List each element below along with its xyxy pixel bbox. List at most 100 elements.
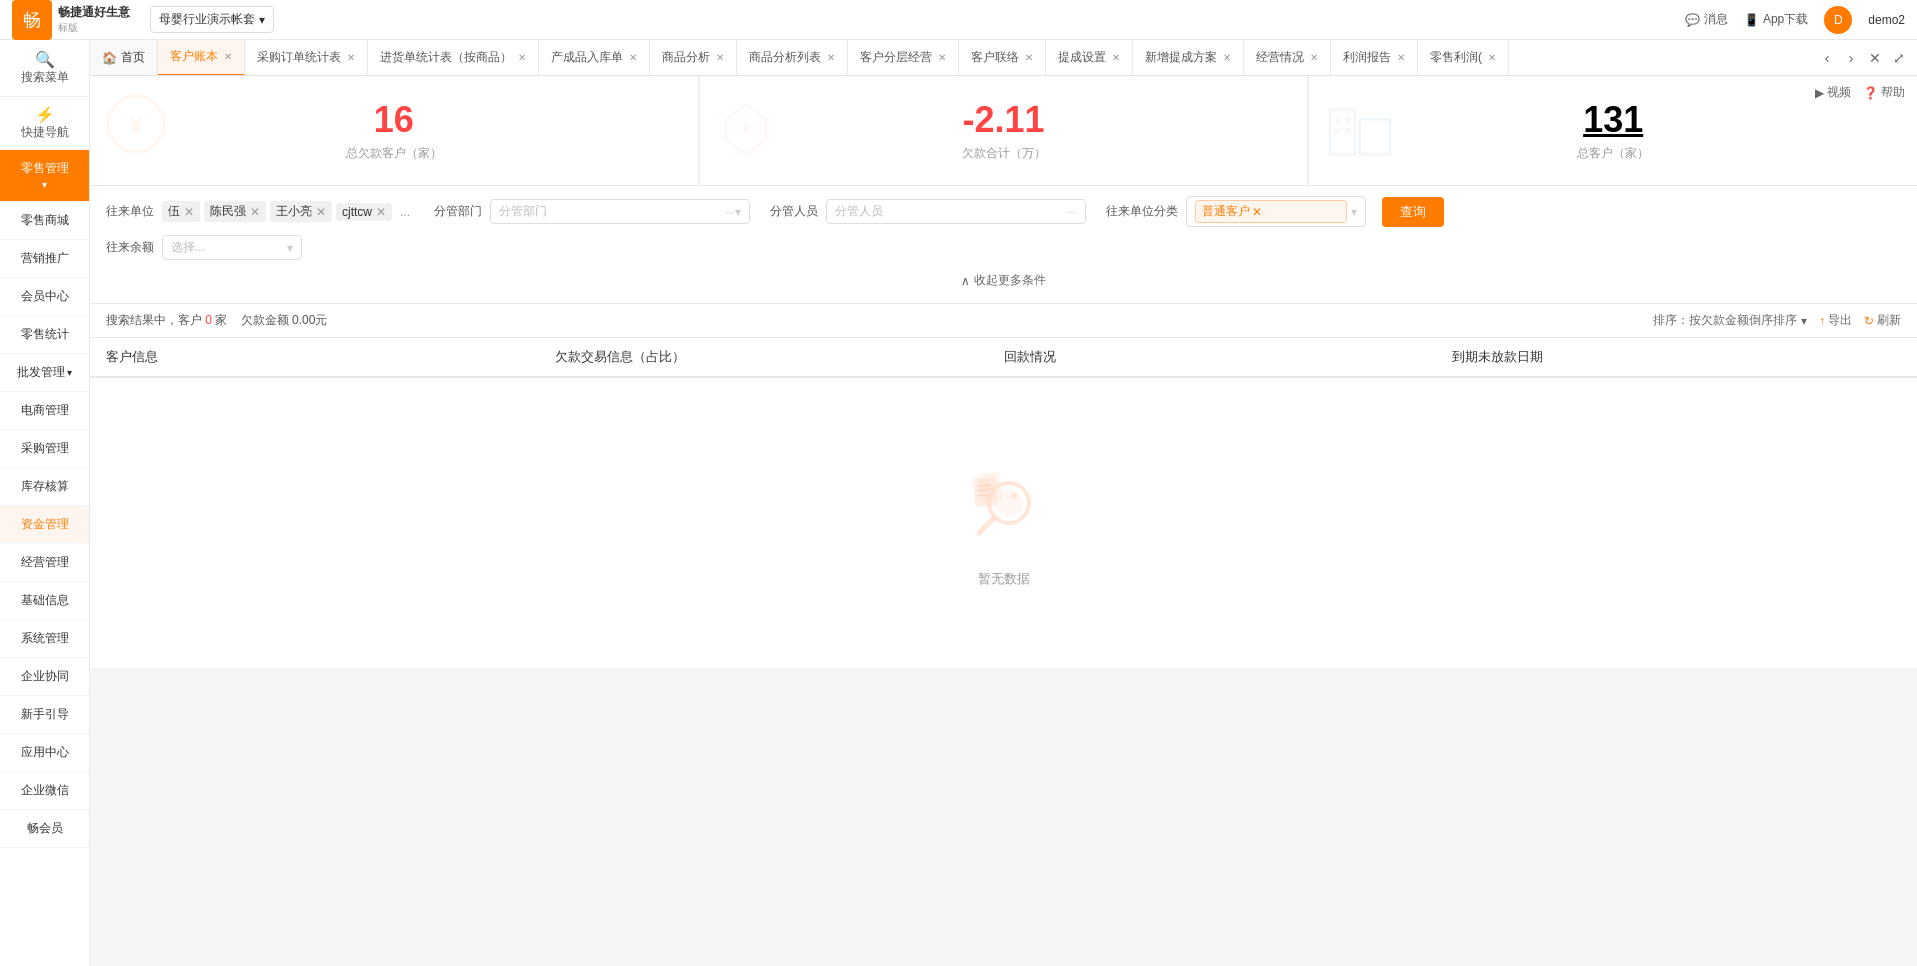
- filter-unit-label: 往来单位: [106, 203, 154, 220]
- sidebar-item-enterprise-wechat[interactable]: 企业微信: [0, 772, 89, 810]
- sidebar-item-membership[interactable]: 会员中心: [0, 278, 89, 316]
- app-download-btn[interactable]: 📱 App下载: [1744, 11, 1808, 28]
- tab-close-production[interactable]: ✕: [629, 52, 637, 63]
- sidebar-item-wholesale-mgmt[interactable]: 批发管理 ▾: [0, 354, 89, 392]
- logo: 畅 畅捷通好生意 标版: [12, 0, 130, 40]
- tab-controls: ‹ › ✕ ⤢: [1809, 48, 1917, 68]
- tab-close-purchase-stats[interactable]: ✕: [518, 52, 526, 63]
- chevron-down-icon: ▾: [287, 241, 293, 255]
- sidebar-item-finance[interactable]: 资金管理: [0, 506, 89, 544]
- sort-label: 排序：按欠款金额倒序排序: [1653, 312, 1797, 329]
- filter-category-close[interactable]: ✕: [1252, 205, 1262, 219]
- filter-tag-close-2[interactable]: ✕: [250, 205, 260, 219]
- tab-customer-contact[interactable]: 客户联络 ✕: [959, 40, 1046, 76]
- tab-close-profit-report[interactable]: ✕: [1397, 52, 1405, 63]
- filter-unit-class-label: 往来单位分类: [1106, 203, 1178, 220]
- filter-unit-class-select[interactable]: 普通客户 ✕ ▾: [1186, 196, 1366, 227]
- filter-balance-select[interactable]: 选择... ▾: [162, 235, 302, 260]
- tab-goods-analysis[interactable]: 商品分析 ✕: [650, 40, 737, 76]
- tab-goods-analysis-list[interactable]: 商品分析列表 ✕: [737, 40, 848, 76]
- chevron-up-icon: ∧: [961, 274, 970, 288]
- filter-balance-label: 往来余额: [106, 239, 154, 256]
- tab-customer-segment[interactable]: 客户分层经营 ✕: [848, 40, 959, 76]
- refresh-btn[interactable]: ↻ 刷新: [1864, 312, 1901, 329]
- tab-close-purchase-orders[interactable]: ✕: [347, 52, 355, 63]
- filter-tag-more[interactable]: ...: [396, 203, 414, 221]
- tab-prev-btn[interactable]: ‹: [1817, 48, 1837, 68]
- sidebar-item-retail-mgmt[interactable]: 零售管理 ▾: [0, 150, 89, 202]
- tab-bar: 🏠 首页 客户账本 ✕ 采购订单统计表 ✕ 进货单统计表（按商品） ✕ 产成品入…: [90, 40, 1917, 76]
- message-btn[interactable]: 💬 消息: [1685, 11, 1728, 28]
- sidebar-item-ecommerce[interactable]: 电商管理: [0, 392, 89, 430]
- chevron-down-icon: ▾: [1351, 205, 1357, 219]
- sidebar-item-operations[interactable]: 经营管理: [0, 544, 89, 582]
- tab-close-operation[interactable]: ✕: [1310, 52, 1318, 63]
- tab-close-promotion-settings[interactable]: ✕: [1112, 52, 1120, 63]
- sidebar-item-app-center[interactable]: 应用中心: [0, 734, 89, 772]
- workspace-selector[interactable]: 母婴行业演示帐套 ▾: [150, 6, 274, 33]
- tab-purchase-orders[interactable]: 采购订单统计表 ✕: [245, 40, 368, 76]
- filter-category-tag-1[interactable]: 普通客户 ✕: [1195, 200, 1347, 223]
- tab-operation[interactable]: 经营情况 ✕: [1244, 40, 1331, 76]
- tab-new-plan[interactable]: 新增提成方案 ✕: [1133, 40, 1244, 76]
- tab-next-btn[interactable]: ›: [1841, 48, 1861, 68]
- tab-production[interactable]: 产成品入库单 ✕: [539, 40, 650, 76]
- tab-retail-profit[interactable]: 零售利润( ✕: [1418, 40, 1509, 76]
- tab-home[interactable]: 🏠 首页: [90, 40, 158, 76]
- sidebar-item-new-guide[interactable]: 新手引导: [0, 696, 89, 734]
- sidebar-item-basic-info[interactable]: 基础信息: [0, 582, 89, 620]
- query-btn[interactable]: 查询: [1382, 197, 1444, 227]
- sort-select[interactable]: 排序：按欠款金额倒序排序 ▾: [1653, 312, 1807, 329]
- filter-row-2: 往来余额 选择... ▾: [106, 235, 1901, 260]
- sidebar-item-enterprise[interactable]: 企业协同: [0, 658, 89, 696]
- avatar[interactable]: D: [1824, 6, 1852, 34]
- results-bar: 搜索结果中，客户 0 家 欠款金额 0.00元 排序：按欠款金额倒序排序 ▾: [90, 304, 1917, 338]
- filter-person-select[interactable]: 分管人员 ···: [826, 199, 1086, 224]
- results-summary: 搜索结果中，客户 0 家 欠款金额 0.00元: [106, 312, 327, 329]
- tab-close-all-btn[interactable]: ✕: [1865, 48, 1885, 68]
- tab-close-goods-analysis-list[interactable]: ✕: [827, 52, 835, 63]
- svg-rect-8: [1345, 127, 1351, 133]
- filter-tag-1[interactable]: 伍 ✕: [162, 201, 200, 222]
- svg-rect-7: [1335, 127, 1341, 133]
- filter-tag-close-1[interactable]: ✕: [184, 205, 194, 219]
- sidebar-item-vip-member[interactable]: 畅会员: [0, 810, 89, 848]
- svg-text:✦: ✦: [738, 118, 753, 138]
- chevron-down-icon: ▾: [259, 13, 265, 27]
- tab-customers[interactable]: 客户账本 ✕: [158, 40, 245, 76]
- filter-tag-3[interactable]: 王小亮 ✕: [270, 201, 332, 222]
- collapse-btn[interactable]: ∧ 收起更多条件: [961, 272, 1046, 289]
- export-btn[interactable]: ↑ 导出: [1819, 312, 1852, 329]
- sidebar-item-search[interactable]: 🔍 搜索菜单: [0, 40, 89, 97]
- table-header-customer: 客户信息: [106, 348, 555, 366]
- sidebar-item-retail-mall[interactable]: 零售商城: [0, 202, 89, 240]
- tab-close-goods-analysis[interactable]: ✕: [716, 52, 724, 63]
- top-bar: 畅 畅捷通好生意 标版 母婴行业演示帐套 ▾ 💬 消息 📱 App下载 D de…: [0, 0, 1917, 40]
- filter-tag-close-3[interactable]: ✕: [316, 205, 326, 219]
- tab-close-customer-contact[interactable]: ✕: [1025, 52, 1033, 63]
- chevron-down-icon: ▾: [735, 205, 741, 219]
- filter-tag-close-4[interactable]: ✕: [376, 205, 386, 219]
- top-bar-right: 💬 消息 📱 App下载 D demo2: [1685, 6, 1905, 34]
- sidebar-item-retail-stats[interactable]: 零售统计: [0, 316, 89, 354]
- tab-profit-report[interactable]: 利润报告 ✕: [1331, 40, 1418, 76]
- tab-close-new-plan[interactable]: ✕: [1223, 52, 1231, 63]
- sidebar-item-quick-nav[interactable]: ⚡ 快捷导航: [0, 97, 89, 150]
- sidebar-item-marketing[interactable]: 营销推广: [0, 240, 89, 278]
- stat-label-debtors: 总欠款客户（家）: [346, 145, 442, 162]
- svg-point-12: [1011, 493, 1017, 499]
- stat-label-debt: 欠款合计（万）: [962, 145, 1046, 162]
- svg-line-17: [977, 495, 989, 496]
- sidebar-item-inventory[interactable]: 库存核算: [0, 468, 89, 506]
- tab-purchase-stats[interactable]: 进货单统计表（按商品） ✕: [368, 40, 539, 76]
- tab-close-customers[interactable]: ✕: [224, 51, 232, 62]
- tab-close-retail-profit[interactable]: ✕: [1488, 52, 1496, 63]
- tab-fullscreen-btn[interactable]: ⤢: [1889, 48, 1909, 68]
- sidebar-item-sys-mgmt[interactable]: 系统管理: [0, 620, 89, 658]
- tab-promotion-settings[interactable]: 提成设置 ✕: [1046, 40, 1133, 76]
- filter-tag-4[interactable]: cjttcw ✕: [336, 203, 392, 221]
- filter-dept-select[interactable]: 分管部门 ··· ▾: [490, 199, 750, 224]
- tab-close-customer-segment[interactable]: ✕: [938, 52, 946, 63]
- filter-tag-2[interactable]: 陈民强 ✕: [204, 201, 266, 222]
- sidebar-item-purchase-mgmt[interactable]: 采购管理: [0, 430, 89, 468]
